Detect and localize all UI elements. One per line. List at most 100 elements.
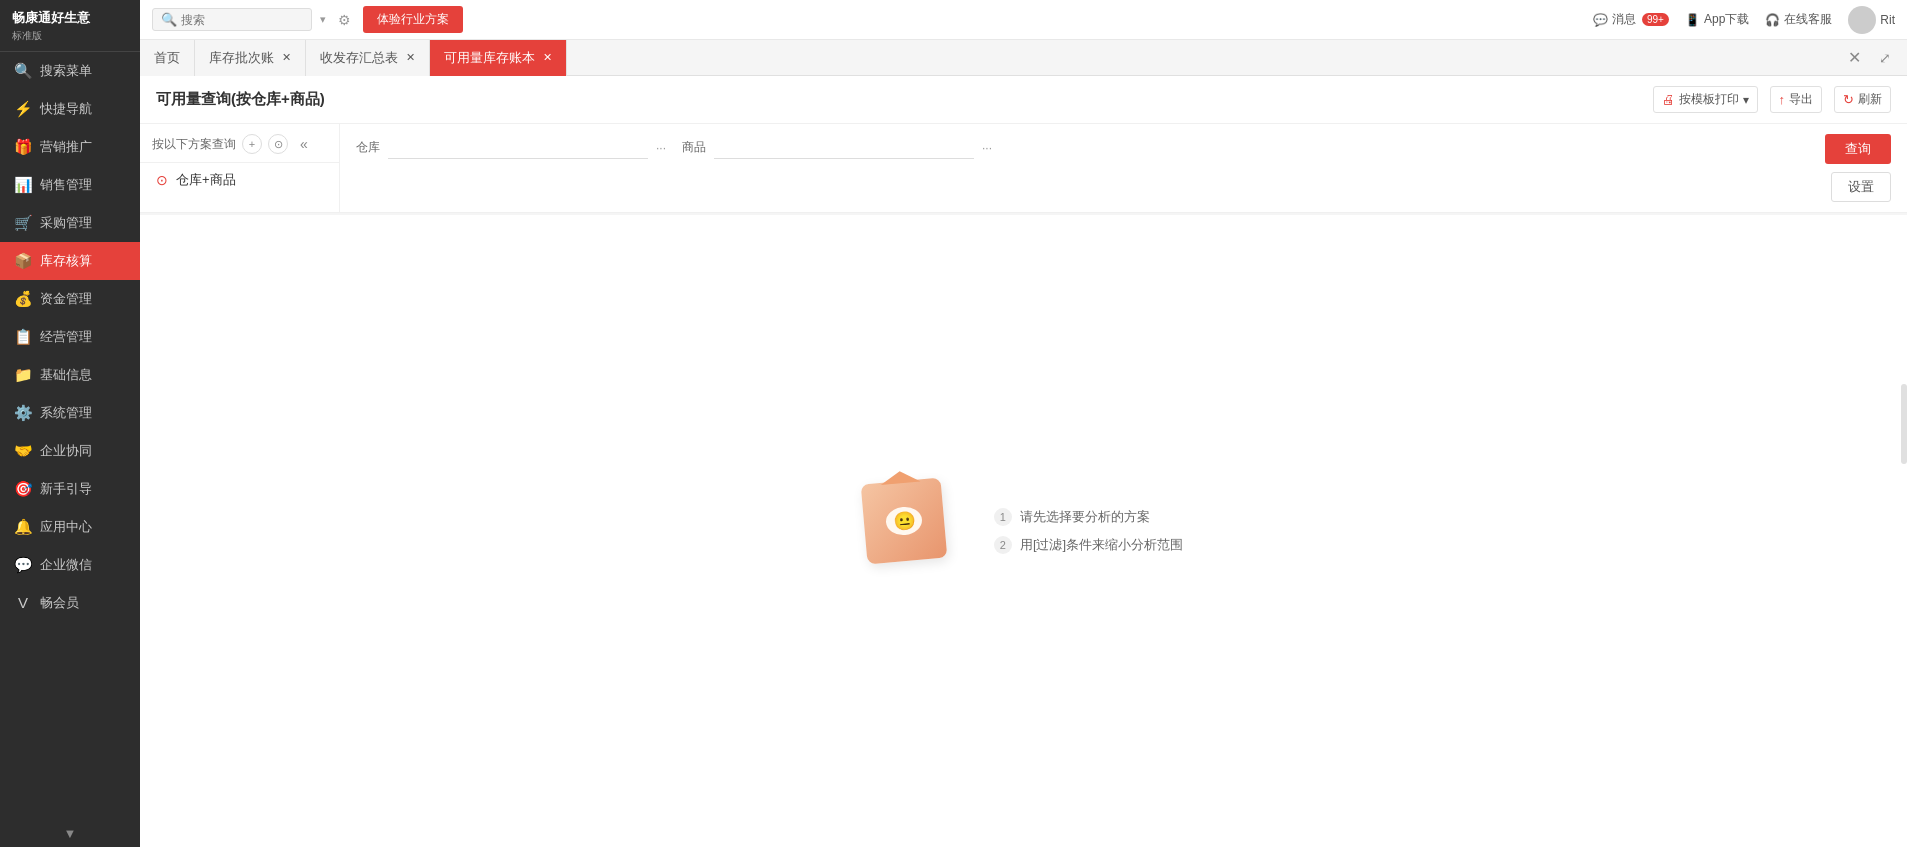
user-area[interactable]: Rit [1848,6,1895,34]
tab-label-3: 可用量库存账本 [444,49,535,67]
export-btn[interactable]: ↑ 导出 [1770,86,1823,113]
sidebar-label-6: 资金管理 [40,290,92,308]
tab-close-icon-2[interactable]: ✕ [406,51,415,64]
tab-label-1: 库存批次账 [209,49,274,67]
sidebar-item-企业微信[interactable]: 💬 企业微信 [0,546,140,584]
tab-close-icon-1[interactable]: ✕ [282,51,291,64]
scheme-item-label: 仓库+商品 [176,171,236,189]
sidebar-header: 畅康通好生意 标准版 [0,0,140,52]
settings-btn[interactable]: 设置 [1831,172,1891,202]
sidebar-label-13: 企业微信 [40,556,92,574]
query-actions: 查询 设置 [1809,124,1907,212]
sidebar-label-7: 经营管理 [40,328,92,346]
warehouse-input[interactable] [388,136,648,159]
page-header-actions: 🖨 按模板打印 ▾ ↑ 导出 ↻ 刷新 [1653,86,1892,113]
phone-icon: 📱 [1685,13,1700,27]
sidebar-label-11: 新手引导 [40,480,92,498]
right-scrollbar[interactable] [1901,384,1907,464]
message-label: 消息 [1612,11,1636,28]
topbar-search-box[interactable]: 🔍 [152,8,312,31]
message-btn[interactable]: 💬 消息 99+ [1593,11,1669,28]
hint-1-text: 请先选择要分析的方案 [1020,508,1150,526]
expand-btn[interactable]: ⤢ [1873,48,1897,68]
sidebar-label-3: 销售管理 [40,176,92,194]
sidebar-icon-7: 📋 [14,328,32,346]
scheme-collapse-btn[interactable]: « [294,134,314,154]
empty-illustration: 😐 [864,481,964,581]
online-service-btn[interactable]: 🎧 在线客服 [1765,11,1832,28]
topbar-gear-icon[interactable]: ⚙ [334,8,355,32]
empty-hints: 1 请先选择要分析的方案 2 用[过滤]条件来缩小分析范围 [994,508,1183,554]
scheme-add-btn[interactable]: + [242,134,262,154]
refresh-btn[interactable]: ↻ 刷新 [1834,86,1891,113]
online-service-label: 在线客服 [1784,11,1832,28]
empty-box: 😐 [861,478,948,565]
sidebar-label-12: 应用中心 [40,518,92,536]
refresh-label: 刷新 [1858,91,1882,108]
hint-2-text: 用[过滤]条件来缩小分析范围 [1020,536,1183,554]
trial-industry-btn[interactable]: 体验行业方案 [363,6,463,33]
sidebar-item-搜索菜单[interactable]: 🔍搜索菜单 [0,52,140,90]
scheme-settings-btn[interactable]: ⊙ [268,134,288,154]
app-download-btn[interactable]: 📱 App下载 [1685,11,1749,28]
empty-inner: 😐 1 请先选择要分析的方案 2 用[过滤]条件来缩小分析范围 [864,481,1183,581]
scheme-item-icon: ⊙ [156,172,168,188]
tab-收发存汇总表[interactable]: 收发存汇总表✕ [306,40,430,76]
sidebar-item-采购管理[interactable]: 🛒采购管理 [0,204,140,242]
sidebar-item-资金管理[interactable]: 💰资金管理 [0,280,140,318]
sidebar-item-库存核算[interactable]: 📦库存核算 [0,242,140,280]
topbar-chevron-icon[interactable]: ▾ [320,13,326,26]
avatar [1848,6,1876,34]
tab-首页[interactable]: 首页 [140,40,195,76]
sidebar-scroll: 🔍搜索菜单⚡快捷导航🎁营销推广📊销售管理🛒采购管理📦库存核算💰资金管理 📋 经营管理… [0,52,140,820]
main-area: 🔍 ▾ ⚙ 体验行业方案 💬 消息 99+ 📱 App下载 🎧 在线客服 Rit [140,0,1907,847]
sidebar: 畅康通好生意 标准版 🔍搜索菜单⚡快捷导航🎁营销推广📊销售管理🛒采购管理📦库存核… [0,0,140,847]
tab-label-0: 首页 [154,49,180,67]
scheme-item-warehouse-goods[interactable]: ⊙ 仓库+商品 [140,163,339,197]
page-title: 可用量查询(按仓库+商品) [156,90,325,109]
sidebar-item-基础信息[interactable]: 📁 基础信息 [0,356,140,394]
goods-more-icon[interactable]: ··· [982,141,992,155]
empty-box-face: 😐 [885,505,923,536]
tab-库存批次账[interactable]: 库存批次账 ✕ [195,40,306,76]
query-btn[interactable]: 查询 [1825,134,1891,164]
tab-可用量库存账本[interactable]: 可用量库存账本 ✕ [430,40,567,76]
scheme-header-label: 按以下方案查询 [152,136,236,153]
sidebar-scroll-down-btn[interactable]: ▼ [0,820,140,847]
print-icon: 🖨 [1662,92,1675,107]
goods-input[interactable] [714,136,974,159]
sidebar-label-10: 企业协同 [40,442,92,460]
sidebar-icon-2: 🎁 [14,138,32,156]
scheme-header: 按以下方案查询 + ⊙ « [140,134,339,163]
sidebar-icon-12: 🔔 [14,518,32,536]
headset-icon: 🎧 [1765,13,1780,27]
sidebar-icon-13: 💬 [14,556,32,574]
sidebar-item-畅会员[interactable]: V畅会员 [0,584,140,622]
sidebar-item-系统管理[interactable]: ⚙️系统管理 [0,394,140,432]
sidebar-icon-0: 🔍 [14,62,32,80]
sidebar-item-销售管理[interactable]: 📊销售管理 [0,166,140,204]
sidebar-label-8: 基础信息 [40,366,92,384]
search-input[interactable] [181,13,301,27]
sidebar-item-经营管理[interactable]: 📋 经营管理 [0,318,140,356]
sidebar-item-营销推广[interactable]: 🎁营销推广 [0,128,140,166]
hint-num-2: 2 [994,536,1012,554]
export-icon: ↑ [1779,92,1786,107]
warehouse-more-icon[interactable]: ··· [656,141,666,155]
app-download-label: App下载 [1704,11,1749,28]
close-all-tabs-btn[interactable]: ✕ [1842,46,1867,69]
sidebar-item-应用中心[interactable]: 🔔 应用中心 [0,508,140,546]
query-panel: 按以下方案查询 + ⊙ « ⊙ 仓库+商品 仓库 ··· [140,124,1907,213]
message-badge: 99+ [1642,13,1669,26]
print-template-btn[interactable]: 🖨 按模板打印 ▾ [1653,86,1758,113]
sidebar-icon-8: 📁 [14,366,32,384]
export-label: 导出 [1789,91,1813,108]
tab-close-icon-3[interactable]: ✕ [543,51,552,64]
sidebar-item-新手引导[interactable]: 🎯新手引导 [0,470,140,508]
search-icon: 🔍 [161,12,177,27]
sidebar-item-快捷导航[interactable]: ⚡快捷导航 [0,90,140,128]
sidebar-label-1: 快捷导航 [40,100,92,118]
print-chevron-icon: ▾ [1743,93,1749,107]
sidebar-icon-5: 📦 [14,252,32,270]
sidebar-item-企业协同[interactable]: 🤝企业协同 [0,432,140,470]
